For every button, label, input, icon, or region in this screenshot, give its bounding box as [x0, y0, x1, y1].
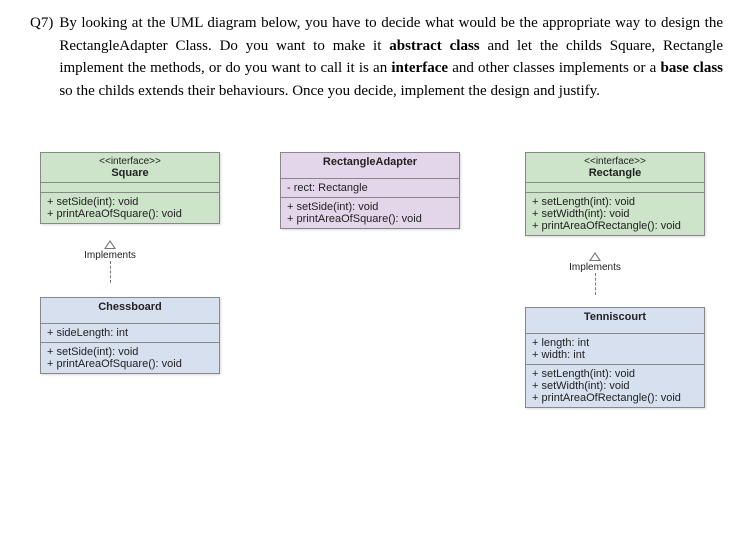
method-section: + setSide(int): void + printAreaOfSquare… [41, 193, 219, 223]
q-bold-1: abstract class [389, 38, 479, 54]
uml-diagram: <<interface>> Square + setSide(int): voi… [30, 152, 723, 512]
arrowhead-icon [104, 240, 116, 249]
attribute: + sideLength: int [47, 327, 213, 339]
method: + setWidth(int): void [532, 380, 698, 392]
method-section: + setSide(int): void + printAreaOfSquare… [281, 198, 459, 228]
uml-class-square: <<interface>> Square + setSide(int): voi… [40, 152, 220, 224]
method: + setWidth(int): void [532, 208, 698, 220]
method: + setLength(int): void [532, 196, 698, 208]
question-block: Q7) By looking at the UML diagram below,… [30, 12, 723, 102]
attr-section [526, 183, 704, 193]
attr-section [41, 183, 219, 193]
stereotype-label: <<interface>> [532, 156, 698, 167]
stereotype-label: <<interface>> [47, 156, 213, 167]
implements-relation-right: Implements [560, 252, 630, 295]
implements-label: Implements [560, 262, 630, 273]
attribute: + width: int [532, 349, 698, 361]
method: + printAreaOfSquare(): void [47, 358, 213, 370]
attr-section: - rect: Rectangle [281, 179, 459, 198]
method: + printAreaOfSquare(): void [47, 208, 213, 220]
class-name: Square [47, 167, 213, 179]
method: + setSide(int): void [287, 201, 453, 213]
arrowhead-icon [589, 252, 601, 261]
attribute: + length: int [532, 337, 698, 349]
method: + setSide(int): void [47, 346, 213, 358]
q-text-3: and other classes implements or a [448, 60, 660, 76]
class-name: Tenniscourt [532, 311, 698, 323]
question-label: Q7) [30, 12, 53, 102]
uml-class-rectangle: <<interface>> Rectangle + setLength(int)… [525, 152, 705, 236]
method: + printAreaOfSquare(): void [287, 213, 453, 225]
attr-section: + sideLength: int [41, 324, 219, 343]
dashed-line-icon [110, 261, 111, 283]
question-text: By looking at the UML diagram below, you… [59, 12, 723, 102]
uml-class-chessboard: Chessboard + sideLength: int + setSide(i… [40, 297, 220, 374]
dashed-line-icon [595, 273, 596, 295]
method-section: + setSide(int): void + printAreaOfSquare… [41, 343, 219, 373]
uml-class-rectangleadapter: RectangleAdapter - rect: Rectangle + set… [280, 152, 460, 229]
method-section: + setLength(int): void + setWidth(int): … [526, 365, 704, 407]
method: + setSide(int): void [47, 196, 213, 208]
attribute: - rect: Rectangle [287, 182, 453, 194]
method: + printAreaOfRectangle(): void [532, 220, 698, 232]
implements-relation-left: Implements [75, 240, 145, 283]
method-section: + setLength(int): void + setWidth(int): … [526, 193, 704, 235]
method: + printAreaOfRectangle(): void [532, 392, 698, 404]
q-bold-3: base class [661, 60, 724, 76]
implements-label: Implements [75, 250, 145, 261]
q-text-4: so the childs extends their behaviours. … [59, 83, 600, 99]
attr-section: + length: int + width: int [526, 334, 704, 365]
class-name: Rectangle [532, 167, 698, 179]
method: + setLength(int): void [532, 368, 698, 380]
uml-class-tenniscourt: Tenniscourt + length: int + width: int +… [525, 307, 705, 408]
q-bold-2: interface [391, 60, 448, 76]
class-name: Chessboard [47, 301, 213, 313]
class-name: RectangleAdapter [287, 156, 453, 168]
